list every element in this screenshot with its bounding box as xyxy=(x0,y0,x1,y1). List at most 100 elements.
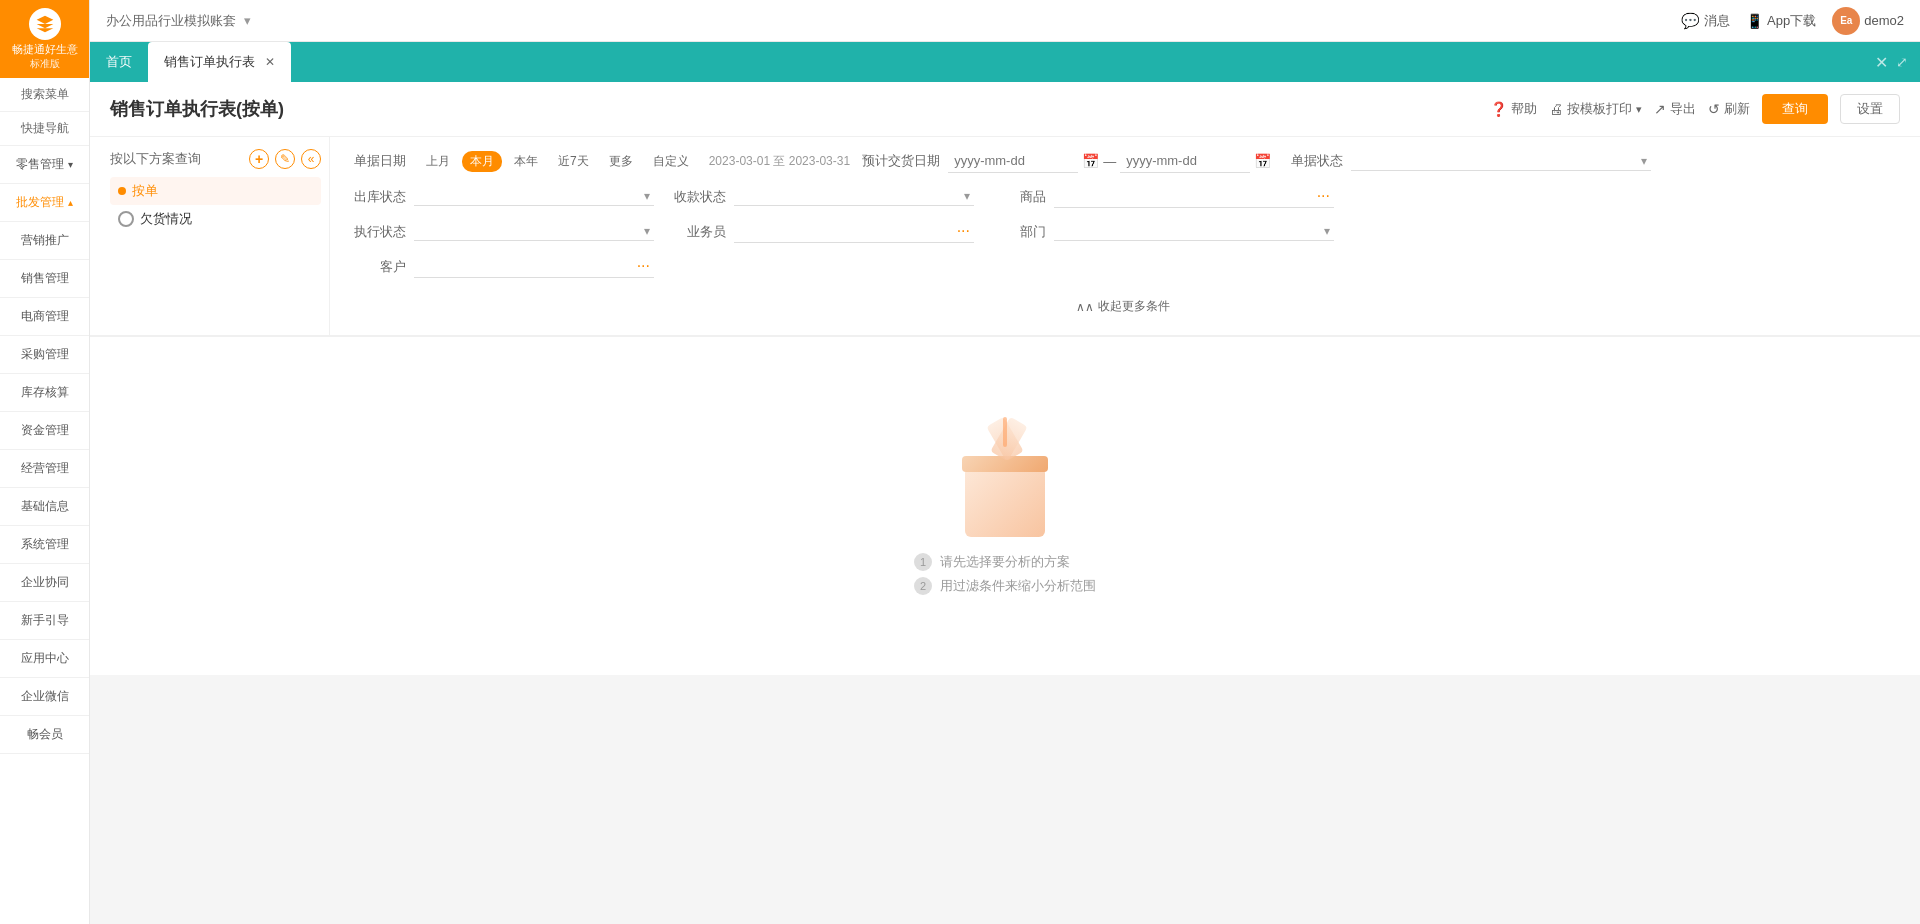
messages-label: 消息 xyxy=(1704,12,1730,30)
product-select[interactable]: ··· xyxy=(1054,185,1334,208)
sidebar-quick[interactable]: 快捷导航 xyxy=(0,112,89,146)
dropdown-icon[interactable]: ▾ xyxy=(244,13,251,28)
customer-dots-icon: ··· xyxy=(637,257,650,275)
logo-icon xyxy=(29,8,61,40)
product-label: 商品 xyxy=(986,188,1046,206)
edit-scheme-icon[interactable]: ✎ xyxy=(275,149,295,169)
export-btn[interactable]: ↗ 导出 xyxy=(1654,100,1696,118)
filter-exec-item: 执行状态 ▾ xyxy=(346,222,654,241)
outstock-chevron-icon: ▾ xyxy=(644,189,650,203)
collapse-btn[interactable]: ∧∧ 收起更多条件 xyxy=(1076,298,1170,315)
dept-label: 部门 xyxy=(986,223,1046,241)
sidebar: 畅捷通好生意 标准版 搜索菜单 快捷导航 零售管理 ▾ 批发管理 ▴ 营销推广 … xyxy=(0,0,90,924)
filter-date-item: 单据日期 上月 本月 本年 近7天 更多 自定义 2023-03-01 至 20… xyxy=(346,151,850,172)
tab-sales-order[interactable]: 销售订单执行表 ✕ xyxy=(148,42,291,82)
box-spark xyxy=(1003,417,1007,447)
tab-close-icon[interactable]: ✕ xyxy=(265,55,275,69)
period-this-year[interactable]: 本年 xyxy=(506,151,546,172)
tab-home[interactable]: 首页 xyxy=(90,42,148,82)
sidebar-item-marketing[interactable]: 营销推广 xyxy=(0,222,89,260)
receive-select[interactable]: ▾ xyxy=(734,187,974,206)
scheme-item-shortage[interactable]: 欠货情况 xyxy=(110,205,321,233)
receive-chevron-icon: ▾ xyxy=(964,189,970,203)
sidebar-item-operations[interactable]: 经营管理 xyxy=(0,450,89,488)
refresh-btn[interactable]: ↺ 刷新 xyxy=(1708,100,1750,118)
tab-expand-icon[interactable]: ⤢ xyxy=(1896,54,1908,70)
chevron-down-icon: ▾ xyxy=(68,159,73,170)
sidebar-item-wholesale[interactable]: 批发管理 ▴ xyxy=(0,184,89,222)
sidebar-item-label: 系统管理 xyxy=(21,536,69,553)
sidebar-item-label: 零售管理 xyxy=(16,156,64,173)
sidebar-item-member[interactable]: 畅会员 xyxy=(0,716,89,754)
help-btn[interactable]: ❓ 帮助 xyxy=(1490,100,1537,118)
hint-text-1: 请先选择要分析的方案 xyxy=(940,553,1070,571)
sidebar-item-sales[interactable]: 销售管理 xyxy=(0,260,89,298)
nav-title: 办公用品行业模拟账套 xyxy=(106,12,236,30)
exec-label: 执行状态 xyxy=(346,223,406,241)
expected-date-start-input[interactable] xyxy=(948,149,1078,173)
period-custom[interactable]: 自定义 xyxy=(645,151,697,172)
app-download-btn[interactable]: 📱 App下载 xyxy=(1746,12,1816,30)
sidebar-item-finance[interactable]: 资金管理 xyxy=(0,412,89,450)
app-name: 畅捷通好生意 xyxy=(12,42,78,57)
query-button[interactable]: 查询 xyxy=(1762,94,1828,124)
settings-button[interactable]: 设置 xyxy=(1840,94,1900,124)
exec-select[interactable]: ▾ xyxy=(414,222,654,241)
help-label: 帮助 xyxy=(1511,100,1537,118)
doc-status-select[interactable]: ▾ xyxy=(1351,152,1651,171)
dept-select[interactable]: ▾ xyxy=(1054,222,1334,241)
filter-area: 按以下方案查询 + ✎ « 按单 欠货情况 xyxy=(90,137,1920,336)
calendar-icon-end[interactable]: 📅 xyxy=(1254,153,1271,169)
sidebar-item-onboarding[interactable]: 新手引导 xyxy=(0,602,89,640)
app-subtitle: 标准版 xyxy=(12,57,78,70)
hint-number-1: 1 xyxy=(914,553,932,571)
scheme-item-order[interactable]: 按单 xyxy=(110,177,321,205)
sidebar-item-purchase[interactable]: 采购管理 xyxy=(0,336,89,374)
sidebar-item-wecom[interactable]: 企业微信 xyxy=(0,678,89,716)
calendar-icon-start[interactable]: 📅 xyxy=(1082,153,1099,169)
period-more[interactable]: 更多 xyxy=(601,151,641,172)
collapse-left-icon[interactable]: « xyxy=(301,149,321,169)
expected-date-end-input[interactable] xyxy=(1120,149,1250,173)
main-area: 办公用品行业模拟账套 ▾ 💬 消息 📱 App下载 Ea demo2 首页 xyxy=(90,0,1920,924)
sidebar-item-ecommerce[interactable]: 电商管理 xyxy=(0,298,89,336)
sidebar-item-appcenter[interactable]: 应用中心 xyxy=(0,640,89,678)
hint-number-2: 2 xyxy=(914,577,932,595)
filter-row-1: 单据日期 上月 本月 本年 近7天 更多 自定义 2023-03-01 至 20… xyxy=(346,149,1900,173)
inactive-dot-icon xyxy=(118,211,134,227)
dept-chevron-icon: ▾ xyxy=(1324,224,1330,238)
add-scheme-icon[interactable]: + xyxy=(249,149,269,169)
sidebar-item-label: 企业微信 xyxy=(21,688,69,705)
tab-close-window-icon[interactable]: ✕ xyxy=(1875,53,1888,72)
period-last-month[interactable]: 上月 xyxy=(418,151,458,172)
empty-hints: 1 请先选择要分析的方案 2 用过滤条件来缩小分析范围 xyxy=(914,553,1096,595)
template-print-btn[interactable]: 🖨 按模板打印 ▾ xyxy=(1549,100,1642,118)
outstock-select[interactable]: ▾ xyxy=(414,187,654,206)
active-dot-icon xyxy=(118,187,126,195)
user-avatar-btn[interactable]: Ea demo2 xyxy=(1832,7,1904,35)
salesperson-select[interactable]: ··· xyxy=(734,220,974,243)
filter-right-panel: 单据日期 上月 本月 本年 近7天 更多 自定义 2023-03-01 至 20… xyxy=(330,137,1900,335)
box-body xyxy=(965,467,1045,537)
collapse-up-icon: ∧∧ xyxy=(1076,300,1094,314)
hint-text-2: 用过滤条件来缩小分析范围 xyxy=(940,577,1096,595)
sidebar-item-retail[interactable]: 零售管理 ▾ xyxy=(0,146,89,184)
sidebar-item-label: 营销推广 xyxy=(21,232,69,249)
period-7days[interactable]: 近7天 xyxy=(550,151,597,172)
outstock-label: 出库状态 xyxy=(346,188,406,206)
period-this-month[interactable]: 本月 xyxy=(462,151,502,172)
sidebar-item-system[interactable]: 系统管理 xyxy=(0,526,89,564)
messages-btn[interactable]: 💬 消息 xyxy=(1681,12,1730,30)
page-actions: ❓ 帮助 🖨 按模板打印 ▾ ↗ 导出 ↺ 刷新 xyxy=(1490,94,1900,124)
exec-chevron-icon: ▾ xyxy=(644,224,650,238)
sidebar-search[interactable]: 搜索菜单 xyxy=(0,78,89,112)
customer-select[interactable]: ··· xyxy=(414,255,654,278)
date-range-text: 2023-03-01 至 2023-03-31 xyxy=(709,153,850,170)
sidebar-item-label: 企业协同 xyxy=(21,574,69,591)
header-left: 办公用品行业模拟账套 ▾ xyxy=(106,12,251,30)
filter-receive-item: 收款状态 ▾ xyxy=(666,187,974,206)
sidebar-item-basic[interactable]: 基础信息 xyxy=(0,488,89,526)
expected-date-label: 预计交货日期 xyxy=(862,152,940,170)
sidebar-item-collaboration[interactable]: 企业协同 xyxy=(0,564,89,602)
sidebar-item-inventory[interactable]: 库存核算 xyxy=(0,374,89,412)
